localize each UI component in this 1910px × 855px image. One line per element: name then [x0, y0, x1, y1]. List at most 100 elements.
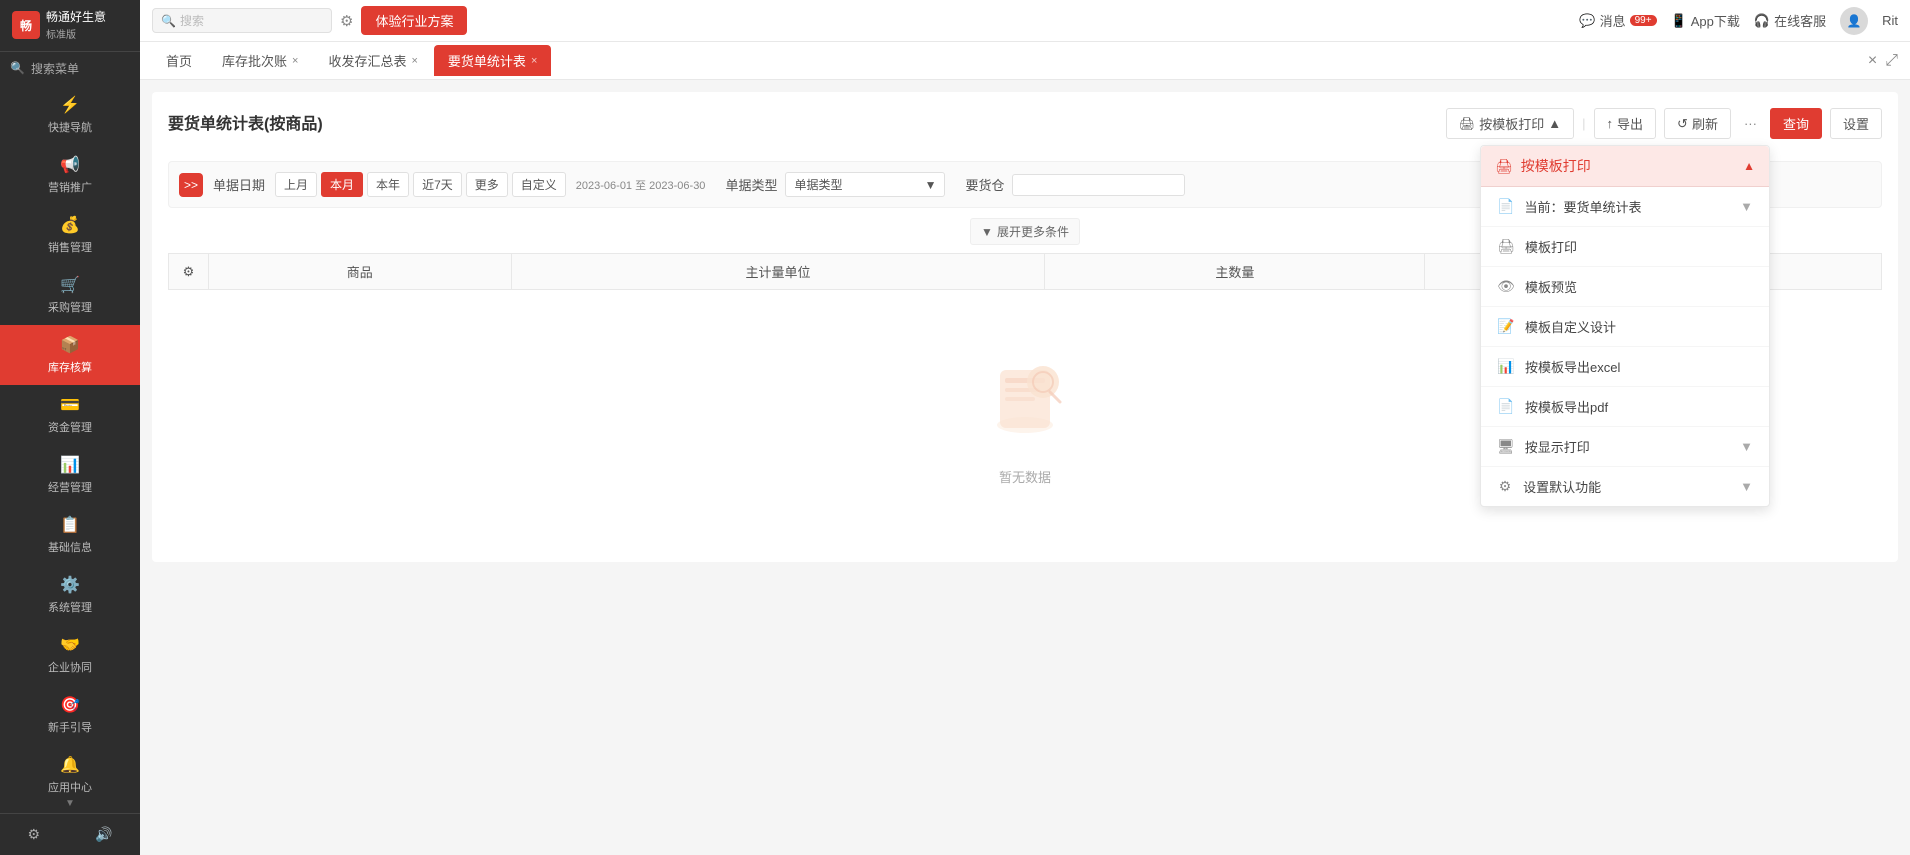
- print-dropdown-collapse-icon[interactable]: ▲: [1743, 159, 1755, 173]
- expand-more-button[interactable]: ▼ 展开更多条件: [970, 218, 1080, 245]
- print-dropdown-title: 按模板打印: [1521, 156, 1591, 176]
- print-dropdown-set-default[interactable]: ⚙ 设置默认功能 ▼: [1481, 467, 1769, 506]
- filter-expand-button[interactable]: >>: [179, 173, 203, 197]
- query-button[interactable]: 查询: [1770, 108, 1822, 139]
- export-icon: ↑: [1607, 116, 1614, 131]
- sidebar-scroll-down[interactable]: ▼: [0, 794, 140, 813]
- sidebar-item-finance[interactable]: 💳 资金管理: [0, 385, 140, 445]
- bill-type-placeholder: 单据类型: [794, 176, 842, 193]
- sidebar-item-label: 新手引导: [48, 719, 92, 735]
- online-service-label: 在线客服: [1774, 11, 1826, 30]
- date-btn-this-month[interactable]: 本月: [321, 172, 363, 197]
- print-dropdown-item-template-preview[interactable]: 👁 模板预览: [1481, 267, 1769, 307]
- sidebar-item-purchase[interactable]: 🛒 采购管理: [0, 265, 140, 325]
- table-header-settings[interactable]: ⚙: [169, 254, 209, 290]
- sidebar-item-operation[interactable]: 📊 经营管理: [0, 445, 140, 505]
- tab-receipt-summary[interactable]: 收发存汇总表 ×: [314, 45, 431, 76]
- print-dropdown-item-export-pdf[interactable]: 📄 按模板导出pdf: [1481, 387, 1769, 427]
- topbar: 🔍 搜索 ⚙ 体验行业方案 💬 消息 99+ 📱 App下载 🎧 在线客服 👤: [140, 0, 1910, 42]
- bill-type-label: 单据类型: [725, 175, 777, 194]
- tab-receipt-summary-close[interactable]: ×: [411, 55, 417, 67]
- topbar-search[interactable]: 🔍 搜索: [152, 8, 332, 33]
- app-download-item[interactable]: 📱 App下载: [1671, 11, 1740, 30]
- tab-order-stats[interactable]: 要货单统计表 ×: [434, 45, 551, 76]
- current-template-sub: 当前：要货单统计表 ▼: [1524, 197, 1753, 216]
- message-icon: 💬: [1579, 13, 1595, 29]
- refresh-button[interactable]: ↺ 刷新: [1664, 108, 1731, 139]
- required-goods-input[interactable]: [1012, 174, 1185, 196]
- print-dropdown-display-print[interactable]: 🖥 按显示打印 ▼: [1481, 427, 1769, 467]
- message-item[interactable]: 💬 消息 99+: [1579, 11, 1656, 30]
- sidebar-item-label: 基础信息: [48, 539, 92, 555]
- tabbar: 首页 库存批次账 × 收发存汇总表 × 要货单统计表 × × ⤢: [140, 42, 1910, 80]
- topbar-search-text: 搜索: [180, 12, 204, 29]
- sidebar-item-marketing[interactable]: 📢 营销推广: [0, 145, 140, 205]
- marketing-icon: 📢: [60, 155, 80, 175]
- sidebar-item-label: 采购管理: [48, 299, 92, 315]
- date-btn-last-month[interactable]: 上月: [275, 172, 317, 197]
- trial-button[interactable]: 体验行业方案: [361, 6, 467, 35]
- bill-type-select[interactable]: 单据类型 ▼: [785, 172, 945, 197]
- sidebar-item-basic[interactable]: 📋 基础信息: [0, 505, 140, 565]
- sidebar-search[interactable]: 🔍 搜索菜单: [0, 52, 140, 85]
- date-btn-this-year[interactable]: 本年: [367, 172, 409, 197]
- tab-home[interactable]: 首页: [152, 45, 206, 76]
- print-current-template[interactable]: 📄 当前：要货单统计表 ▼: [1481, 187, 1769, 227]
- operation-icon: 📊: [60, 455, 80, 475]
- date-buttons-group: 上月 本月 本年 近7天 更多 自定义: [275, 172, 566, 197]
- tab-inventory-batch-close[interactable]: ×: [292, 55, 298, 67]
- date-btn-custom[interactable]: 自定义: [512, 172, 566, 197]
- tab-close-all-button[interactable]: ×: [1868, 52, 1877, 70]
- sidebar-item-quick-nav[interactable]: ⚡ 快捷导航: [0, 85, 140, 145]
- template-preview-icon: 👁: [1497, 278, 1515, 295]
- settings-label: 设置: [1843, 114, 1869, 133]
- empty-state-icon: [985, 350, 1065, 455]
- empty-state-text: 暂无数据: [999, 467, 1051, 486]
- set-default-label: 设置默认功能: [1523, 477, 1601, 496]
- date-btn-7days[interactable]: 近7天: [413, 172, 462, 197]
- sidebar-item-label: 资金管理: [48, 419, 92, 435]
- print-dropdown: 🖨 按模板打印 ▲ 📄 当前：要货单统计表 ▼ 🖨 模板打印 👁 模板预览 📝 …: [1480, 145, 1770, 507]
- sidebar-item-appstore[interactable]: 🔔 应用中心: [0, 745, 140, 794]
- sidebar-item-label: 快捷导航: [48, 119, 92, 135]
- sidebar-bottom: ⚙ 🔊: [0, 813, 140, 855]
- template-print-icon: 🖨: [1497, 238, 1515, 255]
- date-btn-more[interactable]: 更多: [466, 172, 508, 197]
- template-preview-label: 模板预览: [1525, 277, 1577, 296]
- page-title: 要货单统计表(按商品): [168, 110, 323, 134]
- template-print-label: 模板打印: [1525, 237, 1577, 256]
- settings-bottom-icon[interactable]: ⚙: [20, 822, 49, 847]
- topbar-gear-icon[interactable]: ⚙: [340, 12, 353, 30]
- tab-order-stats-close[interactable]: ×: [531, 55, 537, 67]
- date-filter-label: 单据日期: [213, 175, 265, 194]
- tab-order-stats-label: 要货单统计表: [448, 51, 526, 70]
- online-service-item[interactable]: 🎧 在线客服: [1754, 11, 1826, 30]
- sidebar-item-collab[interactable]: 🤝 企业协同: [0, 625, 140, 685]
- settings-button[interactable]: 设置: [1830, 108, 1882, 139]
- print-dropdown-item-template-print[interactable]: 🖨 模板打印: [1481, 227, 1769, 267]
- print-dropdown-item-template-design[interactable]: 📝 模板自定义设计: [1481, 307, 1769, 347]
- sidebar-logo: 畅 畅通好生意 标准版: [0, 0, 140, 52]
- sidebar-item-guide[interactable]: 🎯 新手引导: [0, 685, 140, 745]
- more-actions-icon[interactable]: ···: [1739, 111, 1762, 136]
- tab-maximize-button[interactable]: ⤢: [1885, 52, 1898, 70]
- tabbar-actions: × ⤢: [1868, 52, 1898, 70]
- settings-icon: ⚙: [183, 264, 195, 279]
- tab-home-label: 首页: [166, 51, 192, 70]
- current-template-label: 当前：要货单统计表: [1524, 197, 1641, 216]
- export-button[interactable]: ↑ 导出: [1594, 108, 1657, 139]
- sidebar-search-label: 搜索菜单: [31, 60, 79, 77]
- sidebar-item-inventory[interactable]: 📦 库存核算: [0, 325, 140, 385]
- sound-bottom-icon[interactable]: 🔊: [87, 822, 120, 847]
- sidebar-item-system[interactable]: ⚙️ 系统管理: [0, 565, 140, 625]
- export-pdf-icon: 📄: [1497, 398, 1515, 415]
- system-icon: ⚙️: [60, 575, 80, 595]
- current-template-icon: 📄: [1497, 198, 1514, 215]
- print-dropdown-item-export-excel[interactable]: 📊 按模板导出excel: [1481, 347, 1769, 387]
- set-default-arrow: ▼: [1740, 479, 1753, 494]
- print-template-button[interactable]: 🖨 按模板打印 ▲: [1446, 108, 1574, 139]
- message-badge: 99+: [1630, 15, 1657, 26]
- tab-inventory-batch[interactable]: 库存批次账 ×: [208, 45, 312, 76]
- sidebar-item-sales[interactable]: 💰 销售管理: [0, 205, 140, 265]
- user-avatar[interactable]: 👤: [1840, 7, 1868, 35]
